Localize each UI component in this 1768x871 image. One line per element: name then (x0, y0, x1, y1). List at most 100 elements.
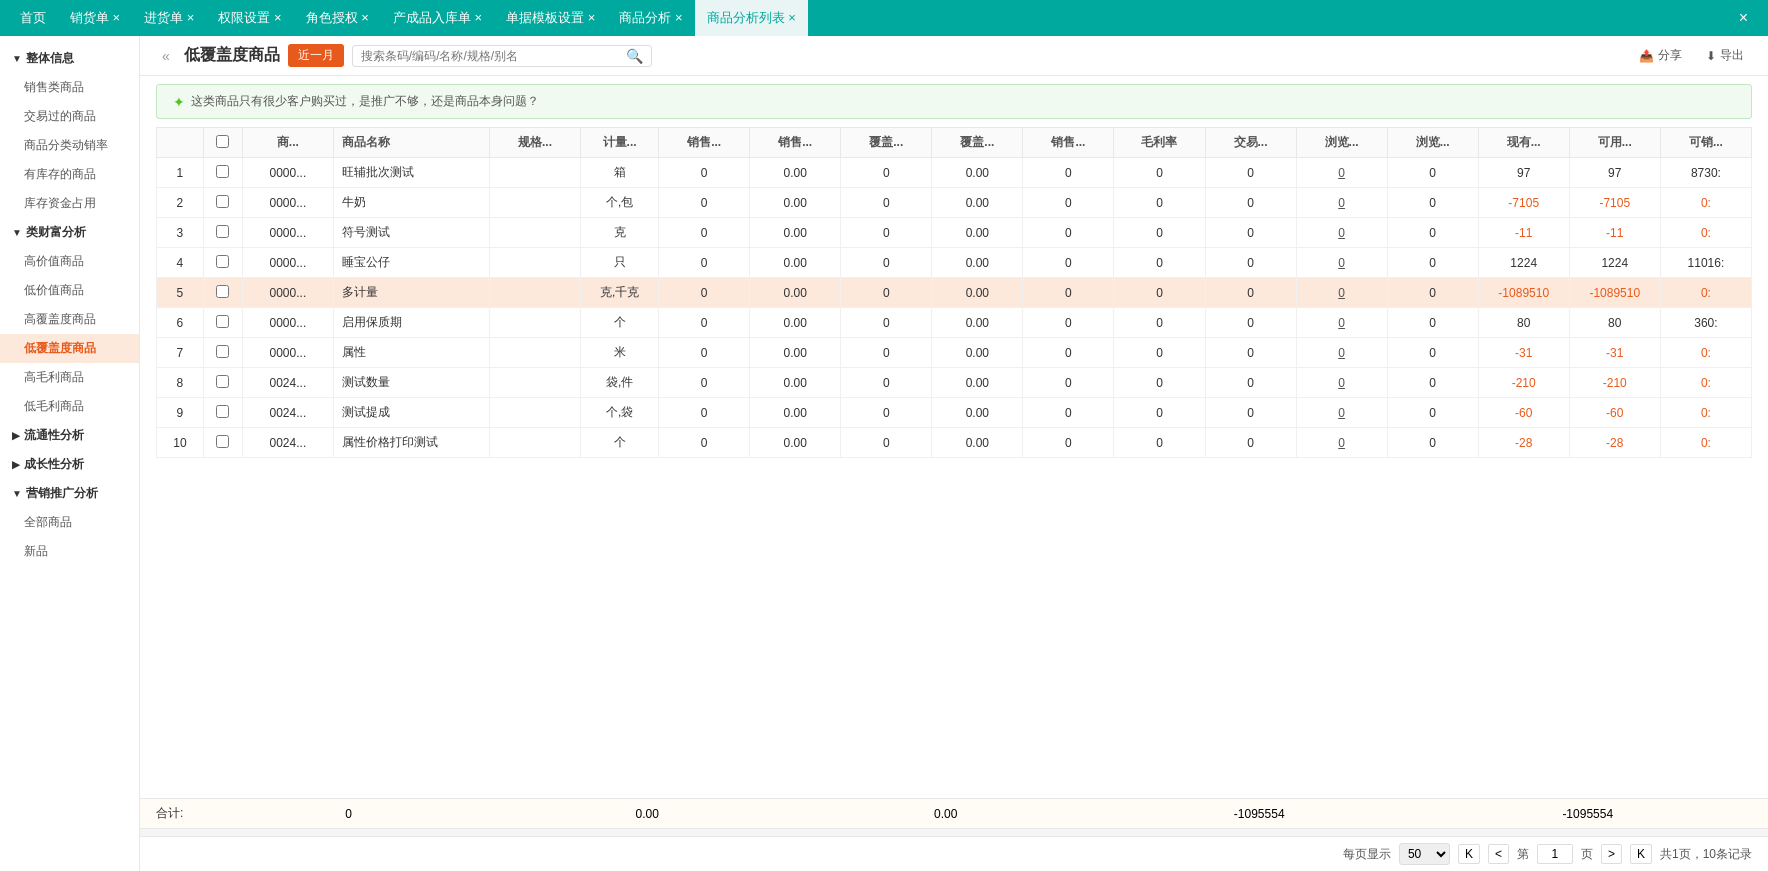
sidebar-item-low-coverage[interactable]: 低覆盖度商品 (0, 334, 139, 363)
browse1-link[interactable]: 0 (1338, 226, 1345, 240)
row-spec (490, 278, 581, 308)
scrollbar-area (140, 828, 1768, 836)
sidebar-item-new-products[interactable]: 新品 (0, 537, 139, 566)
sidebar-group-growth[interactable]: ▶ 成长性分析 (0, 450, 139, 479)
col-header-available: 可用... (1569, 128, 1660, 158)
row-checkbox[interactable] (216, 285, 229, 298)
row-available: -1089510 (1569, 278, 1660, 308)
row-browse1: 0 (1296, 278, 1387, 308)
data-table: 商... 商品名称 规格... 计量... 销售... 销售... 覆盖... … (156, 127, 1752, 458)
collapse-button[interactable]: « (156, 46, 176, 66)
footer-available: -1095554 (1538, 807, 1638, 821)
search-input[interactable] (361, 49, 626, 63)
row-sales3: 0 (1023, 338, 1114, 368)
row-cover2: 0.00 (932, 278, 1023, 308)
sidebar-item-high-margin[interactable]: 高毛利商品 (0, 363, 139, 392)
row-available: -210 (1569, 368, 1660, 398)
nav-home[interactable]: 首页 (8, 0, 58, 36)
next-page-button[interactable]: > (1601, 844, 1622, 864)
page-input[interactable] (1537, 844, 1573, 864)
row-available: 1224 (1569, 248, 1660, 278)
sidebar-group-marketing[interactable]: ▼ 营销推广分析 (0, 479, 139, 508)
row-checkbox[interactable] (216, 375, 229, 388)
row-num: 2 (157, 188, 204, 218)
row-sales1: 0 (659, 398, 750, 428)
row-current: 97 (1478, 158, 1569, 188)
nav-permissions[interactable]: 权限设置 × (206, 0, 293, 36)
row-checkbox-cell (203, 158, 242, 188)
sidebar-group-liquidity[interactable]: ▶ 流通性分析 (0, 421, 139, 450)
sidebar-item-low-value[interactable]: 低价值商品 (0, 276, 139, 305)
row-spec (490, 188, 581, 218)
red-value: -11 (1515, 226, 1532, 240)
nav-sales[interactable]: 销货单 × (58, 0, 132, 36)
sidebar-item-sales-products[interactable]: 销售类商品 (0, 73, 139, 102)
sidebar-item-high-value[interactable]: 高价值商品 (0, 247, 139, 276)
row-sales3: 0 (1023, 398, 1114, 428)
row-checkbox[interactable] (216, 165, 229, 178)
sidebar-item-inventory-funds[interactable]: 库存资金占用 (0, 189, 139, 218)
nav-templates[interactable]: 单据模板设置 × (494, 0, 607, 36)
browse1-link[interactable]: 0 (1338, 436, 1345, 450)
browse1-link[interactable]: 0 (1338, 346, 1345, 360)
nav-production[interactable]: 产成品入库单 × (381, 0, 494, 36)
row-checkbox[interactable] (216, 345, 229, 358)
table-container[interactable]: 商... 商品名称 规格... 计量... 销售... 销售... 覆盖... … (140, 119, 1768, 798)
select-all-checkbox[interactable] (216, 135, 229, 148)
nav-close-button[interactable]: × (1727, 9, 1760, 27)
sidebar-group-overall[interactable]: ▼ 整体信息 (0, 44, 139, 73)
row-checkbox[interactable] (216, 315, 229, 328)
prev-page-button[interactable]: < (1488, 844, 1509, 864)
sidebar-group-wealth[interactable]: ▼ 类财富分析 (0, 218, 139, 247)
page-size-select[interactable]: 50 100 200 (1399, 843, 1450, 865)
row-cover1: 0 (841, 368, 932, 398)
browse1-link[interactable]: 0 (1338, 256, 1345, 270)
col-header-cover1: 覆盖... (841, 128, 932, 158)
nav-roles[interactable]: 角色授权 × (294, 0, 381, 36)
browse1-link[interactable]: 0 (1338, 376, 1345, 390)
browse1-link[interactable]: 0 (1338, 286, 1345, 300)
row-margin: 0 (1114, 308, 1205, 338)
row-checkbox[interactable] (216, 255, 229, 268)
row-sales2: 0.00 (750, 158, 841, 188)
row-cover2: 0.00 (932, 368, 1023, 398)
export-button[interactable]: ⬇ 导出 (1698, 44, 1752, 67)
browse1-link[interactable]: 0 (1338, 316, 1345, 330)
row-checkbox-cell (203, 218, 242, 248)
row-spec (490, 398, 581, 428)
row-checkbox[interactable] (216, 225, 229, 238)
nav-purchase[interactable]: 进货单 × (132, 0, 206, 36)
search-icon: 🔍 (626, 48, 643, 64)
sidebar-item-category-rate[interactable]: 商品分类动销率 (0, 131, 139, 160)
pagination-bar: 每页显示 50 100 200 K < 第 页 > K 共1页，10条记录 (140, 836, 1768, 871)
sidebar-item-low-margin[interactable]: 低毛利商品 (0, 392, 139, 421)
time-filter-button[interactable]: 近一月 (288, 44, 344, 67)
last-page-button[interactable]: K (1630, 844, 1652, 864)
nav-analysis-list[interactable]: 商品分析列表 × (695, 0, 808, 36)
row-sales1: 0 (659, 218, 750, 248)
footer-cover2: 0.00 (911, 807, 981, 821)
row-saleable: 11016: (1660, 248, 1751, 278)
row-spec (490, 368, 581, 398)
nav-analysis[interactable]: 商品分析 × (607, 0, 694, 36)
row-unit: 只 (581, 248, 659, 278)
table-row: 90024...测试提成个,袋00.0000.0000000-60-600: (157, 398, 1752, 428)
row-cover1: 0 (841, 278, 932, 308)
share-button[interactable]: 📤 分享 (1631, 44, 1690, 67)
browse1-link[interactable]: 0 (1338, 196, 1345, 210)
sidebar-item-stocked-products[interactable]: 有库存的商品 (0, 160, 139, 189)
red-value: -28 (1606, 436, 1623, 450)
sidebar-item-traded-products[interactable]: 交易过的商品 (0, 102, 139, 131)
row-cover2: 0.00 (932, 218, 1023, 248)
row-browse2: 0 (1387, 308, 1478, 338)
sidebar-item-high-coverage[interactable]: 高覆盖度商品 (0, 305, 139, 334)
row-checkbox[interactable] (216, 435, 229, 448)
first-page-button[interactable]: K (1458, 844, 1480, 864)
row-current: -11 (1478, 218, 1569, 248)
browse1-link[interactable]: 0 (1338, 406, 1345, 420)
row-checkbox[interactable] (216, 195, 229, 208)
row-checkbox[interactable] (216, 405, 229, 418)
browse1-link[interactable]: 0 (1338, 166, 1345, 180)
col-header-check[interactable] (203, 128, 242, 158)
sidebar-item-all-products[interactable]: 全部商品 (0, 508, 139, 537)
